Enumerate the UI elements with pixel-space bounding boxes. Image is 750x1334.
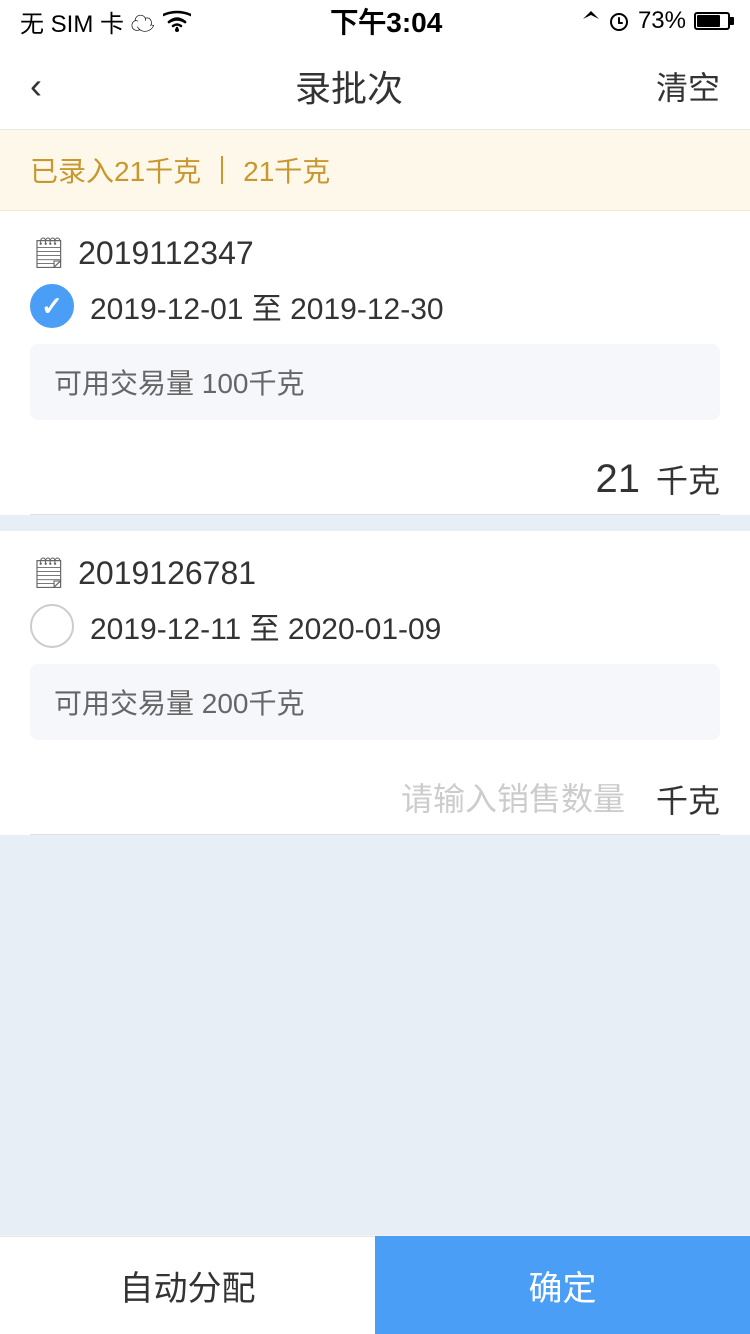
batch-1-available: 可用交易量 100千克	[30, 344, 720, 420]
batch-1-date-row: 2019-12-01 至 2019-12-30	[30, 284, 720, 328]
batch-2-radio[interactable]	[30, 604, 74, 648]
summary-divider	[221, 156, 223, 184]
nav-bar: ‹ 录批次 清空	[0, 42, 750, 130]
batch-2-available: 可用交易量 200千克	[30, 664, 720, 740]
batch-1-icon: 🗒	[30, 236, 68, 271]
auto-distribute-button[interactable]: 自动分配	[0, 1236, 375, 1334]
batch-2-id: 2019126781	[78, 555, 256, 592]
wifi-icon	[163, 10, 191, 32]
batch-1-id: 2019112347	[78, 235, 254, 272]
summary-bar: 已录入21千克 21千克	[0, 130, 750, 211]
page-title: 录批次	[295, 60, 403, 112]
location-icon	[582, 10, 600, 32]
batch-2-icon: 🗒	[30, 556, 68, 591]
bottom-bar: 自动分配 确定	[0, 1236, 750, 1334]
battery-percent: 73%	[638, 7, 686, 35]
status-bar: 无 SIM 卡 ☁ 下午3:04 73%	[0, 0, 750, 42]
batch-item-2: 🗒 2019126781 2019-12-11 至 2020-01-09 可用交…	[0, 531, 750, 835]
summary-amount: 21千克	[243, 150, 330, 190]
status-left: 无 SIM 卡 ☁	[20, 4, 191, 39]
batch-2-quantity-input[interactable]	[30, 781, 640, 818]
status-time: 下午3:04	[330, 1, 442, 41]
batch-2-unit: 千克	[656, 776, 720, 822]
confirm-button[interactable]: 确定	[375, 1236, 750, 1334]
battery-icon	[694, 12, 730, 30]
batch-2-date: 2019-12-11 至 2020-01-09	[90, 604, 441, 648]
alarm-icon	[608, 10, 630, 32]
empty-area	[0, 835, 750, 1235]
sim-label: 无 SIM 卡 ☁	[20, 4, 155, 39]
batch-2-date-row: 2019-12-11 至 2020-01-09	[30, 604, 720, 648]
batch-1-quantity-unit: 千克	[656, 456, 720, 502]
batch-1-radio[interactable]	[30, 284, 74, 328]
batch-1-quantity-row: 21 千克	[0, 440, 750, 502]
clear-button[interactable]: 清空	[656, 63, 720, 109]
batch-2-header: 🗒 2019126781	[30, 555, 720, 592]
batch-2-input-row: 千克	[0, 760, 750, 822]
summary-recorded-label: 已录入21千克	[30, 150, 201, 190]
back-button[interactable]: ‹	[30, 65, 42, 107]
batch-1-quantity-value: 21	[595, 457, 640, 502]
batch-1-header: 🗒 2019112347	[30, 235, 720, 272]
batch-item-1: 🗒 2019112347 2019-12-01 至 2019-12-30 可用交…	[0, 211, 750, 515]
section-divider	[0, 515, 750, 531]
batch-1-date: 2019-12-01 至 2019-12-30	[90, 284, 444, 328]
status-right: 73%	[582, 7, 730, 35]
